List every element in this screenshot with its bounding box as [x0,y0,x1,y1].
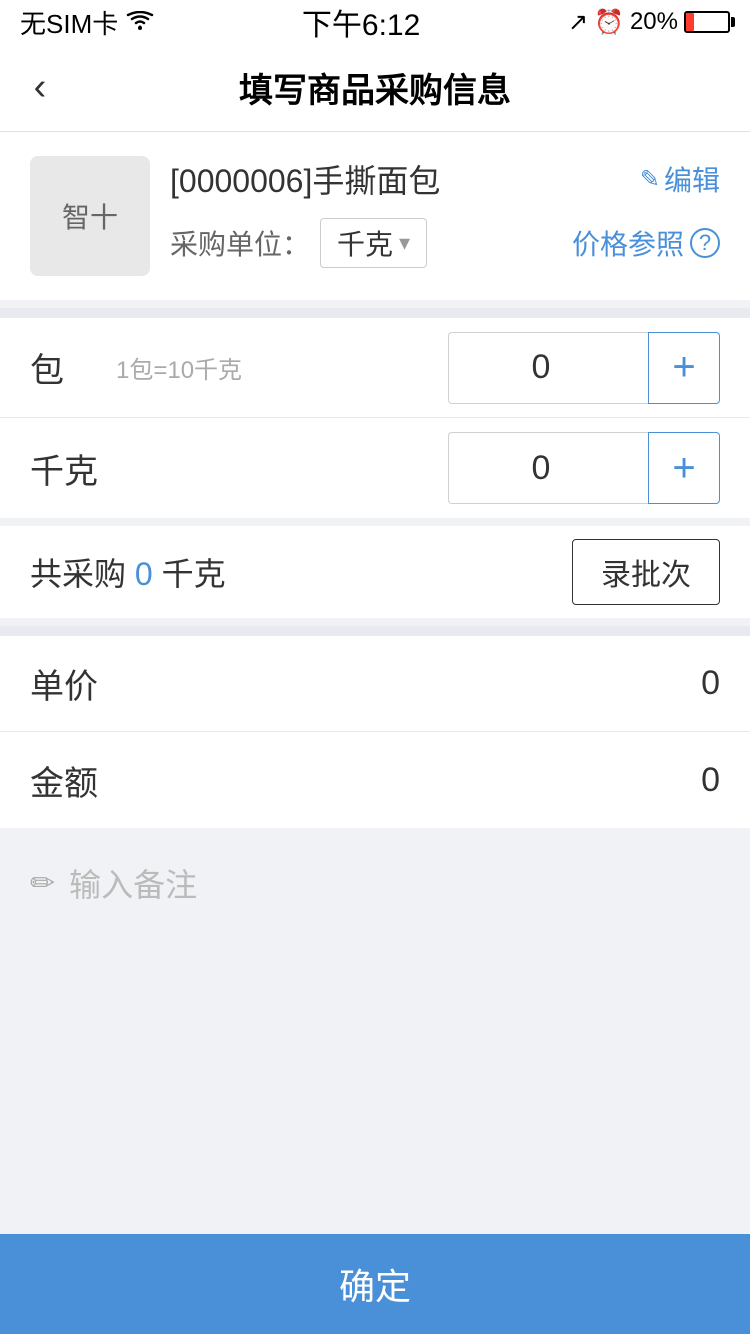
product-image: 智十 [30,156,150,276]
unit-price-row: 单价 0 [0,636,750,732]
amount-label: 金额 [30,756,98,805]
qty-input-wrap-kg: + [448,432,720,504]
section-divider-1 [0,308,750,318]
remark-section[interactable]: ✏ 输入备注 [0,836,750,930]
amount-value: 0 [701,761,720,800]
qty-sublabel-pack: 1包=10千克 [116,350,242,385]
confirm-button[interactable]: 确定 [0,1234,750,1334]
unit-select-dropdown[interactable]: 千克 ▾ [320,218,427,268]
back-button[interactable]: ‹ [0,44,80,132]
location-icon: ↗ [568,8,588,37]
status-bar: 无SIM卡 下午6:12 ↗ ⏰ 20% [0,0,750,44]
status-bar-time: 下午6:12 [302,0,420,44]
amount-row: 金额 0 [0,732,750,828]
qty-input-wrap-pack: + [448,332,720,404]
qty-input-pack[interactable] [448,332,648,404]
price-section: 单价 0 金额 0 [0,636,750,836]
total-row: 共采购 0 千克 录批次 [0,526,750,626]
quantity-row-pack: 包 1包=10千克 + [0,318,750,418]
total-amount: 0 [135,556,153,592]
qty-label-pack: 包 [30,343,110,392]
alarm-icon: ⏰ [594,8,624,37]
remark-placeholder: 输入备注 [69,860,197,906]
page-title: 填写商品采购信息 [239,63,511,112]
unit-price-label: 单价 [30,659,98,708]
product-info: [0000006]手撕面包 ✎ 编辑 采购单位： 千克 ▾ 价格参照 ? [170,156,720,268]
product-name-row: [0000006]手撕面包 ✎ 编辑 [170,156,720,202]
wifi-icon [126,7,154,38]
battery-icon [684,11,730,33]
edit-icon: ✎ [640,165,660,194]
edit-button[interactable]: ✎ 编辑 [640,159,720,199]
quantity-section: 包 1包=10千克 + 千克 + [0,318,750,526]
price-ref-button[interactable]: 价格参照 ? [572,223,720,263]
status-bar-right: ↗ ⏰ 20% [568,8,730,37]
unit-selector-wrap: 采购单位： 千克 ▾ [170,218,427,268]
quantity-row-kg: 千克 + [0,418,750,518]
unit-price-value: 0 [701,664,720,703]
unit-value: 千克 [337,223,393,263]
nav-bar: ‹ 填写商品采购信息 [0,44,750,132]
section-divider-2 [0,626,750,636]
qty-plus-pack[interactable]: + [648,332,720,404]
unit-label: 采购单位： [170,223,310,263]
status-bar-left: 无SIM卡 [20,4,154,41]
battery-pct: 20% [630,8,678,36]
qty-input-kg[interactable] [448,432,648,504]
product-card: 智十 [0000006]手撕面包 ✎ 编辑 采购单位： 千克 ▾ 价格参照 ? [0,132,750,308]
unit-row: 采购单位： 千克 ▾ 价格参照 ? [170,218,720,268]
price-ref-label: 价格参照 [572,223,684,263]
total-text: 共采购 0 千克 [30,549,226,595]
carrier-label: 无SIM卡 [20,4,118,41]
edit-label: 编辑 [664,159,720,199]
record-batch-button[interactable]: 录批次 [572,539,720,605]
qty-label-kg: 千克 [30,444,110,493]
chevron-down-icon: ▾ [399,230,410,256]
product-logo: 智十 [62,196,118,236]
qty-plus-kg[interactable]: + [648,432,720,504]
price-ref-help-icon: ? [690,228,720,258]
bottom-space [0,930,750,1190]
product-name: [0000006]手撕面包 [170,156,440,202]
pencil-icon: ✏ [30,866,55,901]
